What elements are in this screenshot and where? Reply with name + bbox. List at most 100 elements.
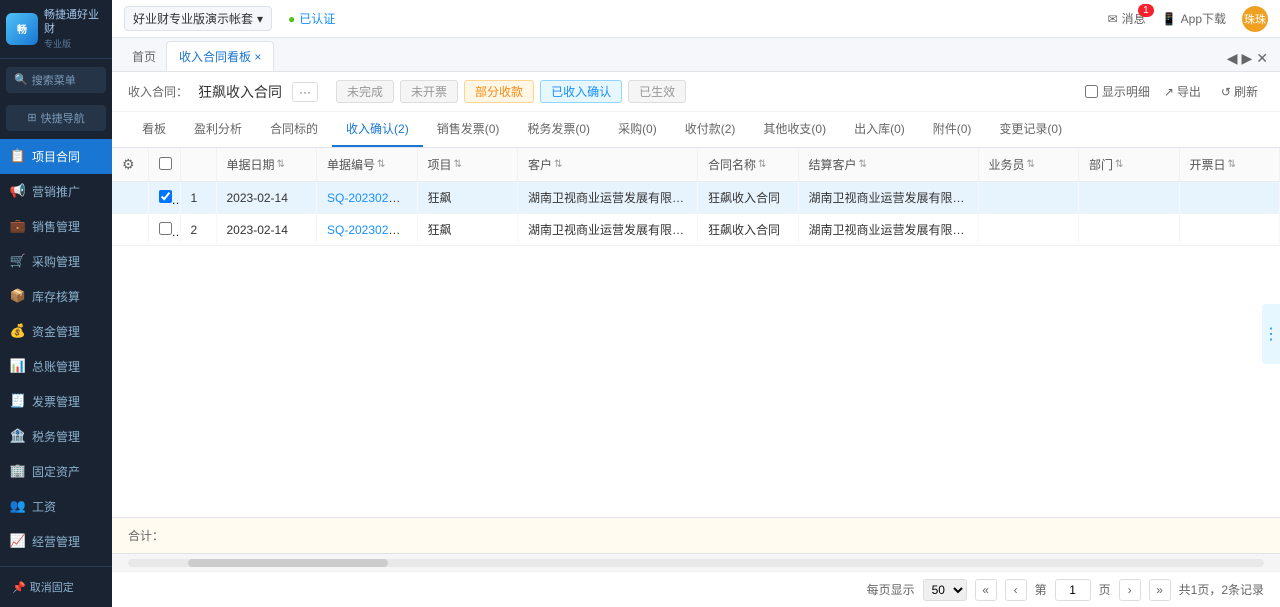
search-menu-button[interactable]: 🔍 搜索菜单 [6,67,106,93]
page-number-input[interactable] [1055,579,1091,601]
sidebar-item-accounting[interactable]: 📊 总账管理 [0,349,112,384]
status-effective[interactable]: 已生效 [628,80,686,103]
next-page-button[interactable]: › [1119,579,1141,601]
td-project: 狂飙 [417,214,518,246]
contract-name: 狂飙收入合同 [198,82,282,102]
show-detail-checkbox[interactable] [1085,85,1098,98]
td-settings [112,214,148,246]
row-checkbox[interactable] [159,222,172,235]
sidebar-item-project[interactable]: 📋 项目合同 [0,139,112,174]
table-header-row: ⚙ 单据日期 ⇅ [112,148,1280,182]
th-result-customer[interactable]: 结算客户 ⇅ [798,148,978,182]
th-department[interactable]: 部门 ⇅ [1079,148,1180,182]
doc-link[interactable]: SQ-20230214-003 [327,191,417,205]
sidebar-item-funds[interactable]: 💰 资金管理 [0,314,112,349]
sidebar-item-hr[interactable]: 👥 工资 [0,489,112,524]
sidebar-item-sales[interactable]: 💼 销售管理 [0,209,112,244]
topbar: 好业财专业版演示帐套 ▾ ● 已认证 ✉ 1 消息 📱 App下载 珠珠 [112,0,1280,38]
contract-header: 收入合同： 狂飙收入合同 ··· 未完成 未开票 部分收款 已收入确认 已生效 … [112,72,1280,112]
tab-prev-button[interactable]: ◀ [1227,50,1238,67]
tab-kanban[interactable]: 看板 [128,112,180,147]
sidebar-item-inventory[interactable]: 📦 库存核算 [0,279,112,314]
td-code: SQ-20230214-003 [317,182,418,214]
status-partial[interactable]: 部分收款 [464,80,534,103]
sidebar-item-invoice[interactable]: 🧾 发票管理 [0,384,112,419]
tab-purchase[interactable]: 采购(0) [604,112,671,147]
message-icon: ✉ [1108,12,1118,26]
tax-icon: 🏦 [10,428,26,444]
sort-icon: ⇅ [1027,159,1035,170]
user-avatar-area[interactable]: 珠珠 [1242,6,1268,32]
app-name: 畅捷通好业财 [44,8,106,37]
quick-nav-button[interactable]: ⊞ 快捷导航 [6,105,106,131]
sidebar-item-assets[interactable]: 🏢 固定资产 [0,454,112,489]
tab-home[interactable]: 首页 [124,42,164,71]
project-icon: 📋 [10,148,26,164]
tab-warehouse[interactable]: 出入库(0) [840,112,919,147]
right-panel-icon[interactable]: ⋮ [1262,304,1280,364]
th-code[interactable]: 单据编号 ⇅ [317,148,418,182]
last-page-button[interactable]: » [1149,579,1171,601]
sidebar-item-purchase[interactable]: 🛒 采购管理 [0,244,112,279]
scroll-thumb[interactable] [188,559,388,567]
th-salesperson[interactable]: 业务员 ⇅ [978,148,1079,182]
scroll-area [112,553,1280,571]
th-open-date[interactable]: 开票日 ⇅ [1179,148,1280,182]
sidebar-item-tax[interactable]: 🏦 税务管理 [0,419,112,454]
sidebar-item-business[interactable]: 📈 经营管理 [0,524,112,559]
export-button[interactable]: ↗ 导出 [1158,80,1207,103]
th-contract-name[interactable]: 合同名称 ⇅ [698,148,799,182]
td-num: 2 [180,214,216,246]
tab-attachments[interactable]: 附件(0) [919,112,986,147]
hr-icon: 👥 [10,498,26,514]
th-project[interactable]: 项目 ⇅ [417,148,518,182]
tab-sales-invoice[interactable]: 销售发票(0) [423,112,514,147]
sum-label: 合计： [128,527,164,544]
th-date[interactable]: 单据日期 ⇅ [216,148,317,182]
tab-profit[interactable]: 盈利分析 [180,112,256,147]
td-customer: 湖南卫视商业运营发展有限公司 [518,182,698,214]
tab-other-income[interactable]: 其他收支(0) [749,112,840,147]
table-row[interactable]: 1 2023-02-14 SQ-20230214-003 狂飙 湖南卫视商业运营… [112,182,1280,214]
tab-change-log[interactable]: 变更记录(0) [985,112,1076,147]
status-confirmed[interactable]: 已收入确认 [540,80,622,103]
tab-payment[interactable]: 收付款(2) [671,112,750,147]
scroll-track[interactable] [128,559,1264,567]
tab-income-confirm[interactable]: 收入确认(2) [332,112,423,147]
company-selector[interactable]: 好业财专业版演示帐套 ▾ [124,6,272,31]
unpin-button[interactable]: 📌 取消固定 [6,573,106,601]
sort-icon: ⇅ [758,159,766,170]
prev-page-button[interactable]: ‹ [1005,579,1027,601]
tab-tax-invoice[interactable]: 税务发票(0) [513,112,604,147]
gear-icon[interactable]: ⚙ [122,156,135,172]
status-uninvoiced[interactable]: 未开票 [400,80,458,103]
table-wrap: ⚙ 单据日期 ⇅ [112,148,1280,517]
refresh-button[interactable]: ↺ 刷新 [1215,80,1264,103]
tab-next-button[interactable]: ▶ [1241,50,1252,67]
avatar: 珠珠 [1242,6,1268,32]
tab-contract-board[interactable]: 收入合同看板 × [166,41,274,71]
sidebar-item-marketing[interactable]: 📢 营销推广 [0,174,112,209]
doc-link[interactable]: SQ-20230214-002 [327,223,417,237]
tab-contract-mark[interactable]: 合同标的 [256,112,332,147]
table-row[interactable]: 2 2023-02-14 SQ-20230214-002 狂飙 湖南卫视商业运营… [112,214,1280,246]
th-settings: ⚙ [112,148,148,182]
select-all-checkbox[interactable] [159,157,172,170]
inventory-icon: 📦 [10,288,26,304]
sidebar: 畅 畅捷通好业财 专业版 🔍 搜索菜单 ⊞ 快捷导航 📋 项目合同 📢 营销推广… [0,0,112,607]
th-customer[interactable]: 客户 ⇅ [518,148,698,182]
funds-icon: 💰 [10,323,26,339]
td-date: 2023-02-14 [216,214,317,246]
more-button[interactable]: ··· [292,82,318,102]
status-incomplete[interactable]: 未完成 [336,80,394,103]
row-checkbox[interactable] [159,190,172,203]
app-download-button[interactable]: 📱 App下载 [1162,10,1226,27]
td-open-date [1179,182,1280,214]
show-detail-checkbox-label[interactable]: 显示明细 [1085,83,1150,100]
page-size-select[interactable]: 50 [923,579,967,601]
close-all-tabs-button[interactable]: ✕ [1256,50,1268,67]
sidebar-nav: 📋 项目合同 📢 营销推广 💼 销售管理 🛒 采购管理 📦 库存核算 💰 资金管… [0,139,112,566]
first-page-button[interactable]: « [975,579,997,601]
sidebar-item-report[interactable]: 📉 小畅报告 [0,559,112,566]
message-button[interactable]: ✉ 1 消息 [1108,10,1146,27]
